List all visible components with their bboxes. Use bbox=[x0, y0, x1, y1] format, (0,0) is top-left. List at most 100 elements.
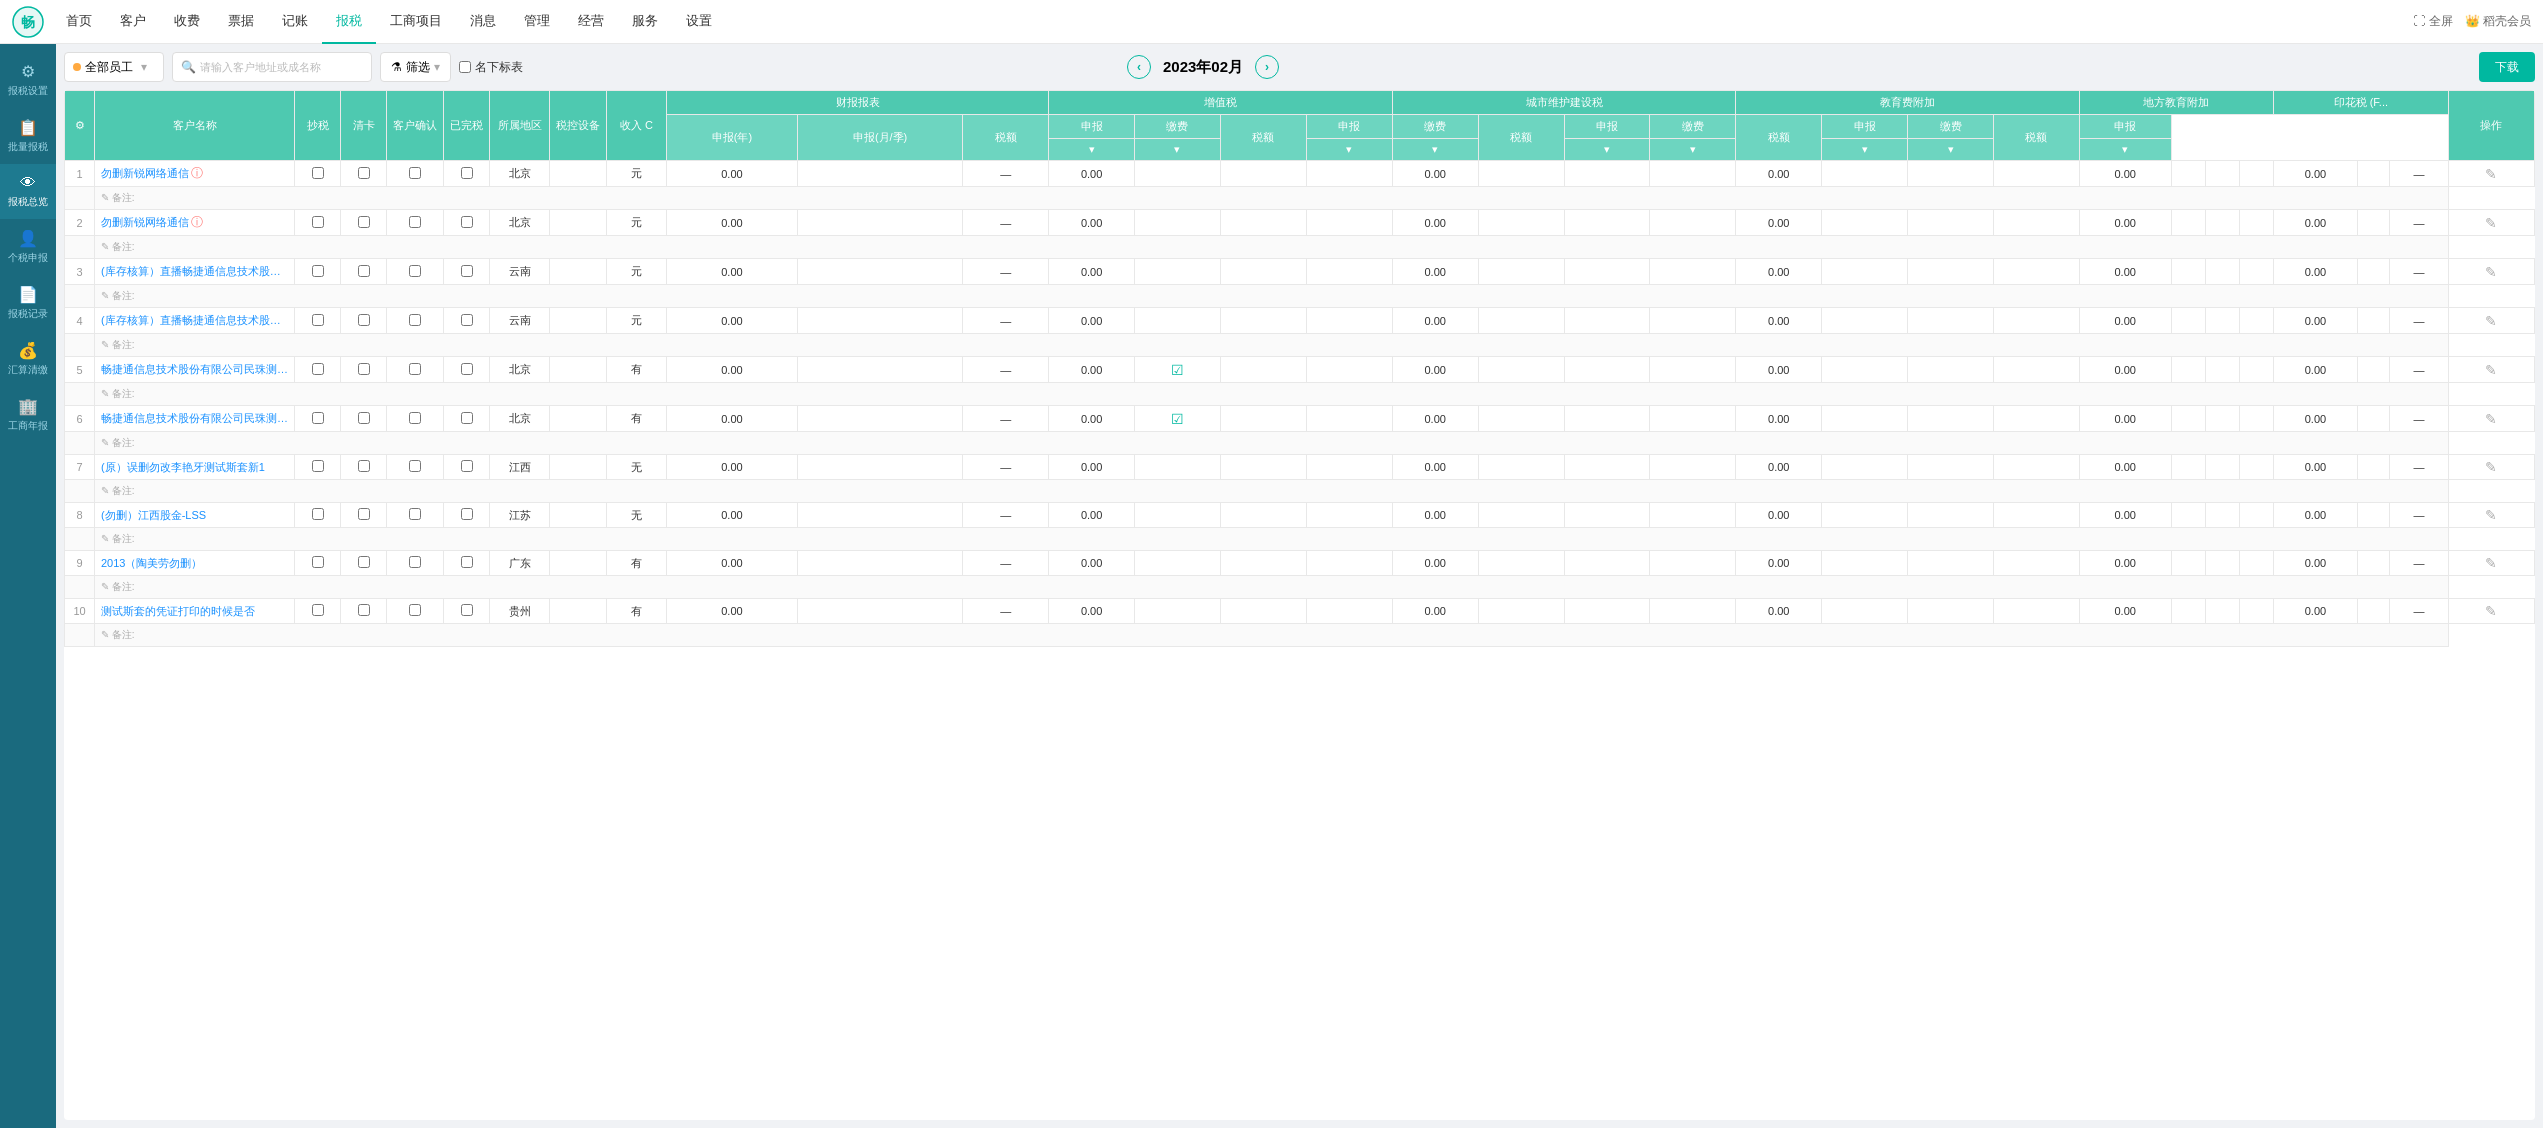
th-stamp-filter[interactable]: ▾ bbox=[2079, 139, 2171, 161]
client-name[interactable]: (勿删）江西股金-LSS bbox=[95, 503, 295, 528]
th-city-filter2[interactable]: ▾ bbox=[1392, 139, 1478, 161]
checkbox-cell[interactable] bbox=[444, 406, 490, 432]
nav-home[interactable]: 首页 bbox=[52, 0, 106, 44]
th-vat-filter[interactable]: ▾ bbox=[1049, 139, 1135, 161]
checkbox-cell[interactable] bbox=[387, 210, 444, 236]
checkbox-cell[interactable] bbox=[295, 161, 341, 187]
edit-cell[interactable]: ✎ bbox=[2448, 259, 2534, 285]
checkbox-cell[interactable] bbox=[444, 551, 490, 576]
checkbox-cell[interactable] bbox=[341, 259, 387, 285]
named-list-input[interactable] bbox=[459, 61, 471, 73]
sub-nav-tax-record[interactable]: 📄 报税记录 bbox=[0, 275, 56, 331]
checkbox-cell[interactable] bbox=[341, 455, 387, 480]
filter-button[interactable]: ⚗ 筛选 ▾ bbox=[380, 52, 451, 82]
checkbox-cell[interactable] bbox=[387, 259, 444, 285]
checkbox-cell[interactable] bbox=[295, 357, 341, 383]
client-name[interactable]: 畅捷通信息技术股份有限公司民珠测试ⓘ bbox=[95, 406, 295, 432]
checkbox-cell[interactable] bbox=[387, 503, 444, 528]
edit-cell[interactable]: ✎ bbox=[2448, 503, 2534, 528]
sub-nav-tax-settings[interactable]: ⚙ 报税设置 bbox=[0, 52, 56, 108]
checkbox-cell[interactable] bbox=[341, 599, 387, 624]
nav-charge[interactable]: 收费 bbox=[160, 0, 214, 44]
edit-icon[interactable]: ✎ bbox=[2485, 264, 2497, 280]
nav-manage[interactable]: 管理 bbox=[510, 0, 564, 44]
nav-message[interactable]: 消息 bbox=[456, 0, 510, 44]
vip-btn[interactable]: 👑 稻壳会员 bbox=[2465, 13, 2531, 30]
named-list-checkbox[interactable]: 名下标表 bbox=[459, 59, 523, 76]
edit-icon[interactable]: ✎ bbox=[2485, 362, 2497, 378]
sub-nav-annual-report[interactable]: 🏢 工商年报 bbox=[0, 387, 56, 443]
edit-cell[interactable]: ✎ bbox=[2448, 357, 2534, 383]
checkbox-cell[interactable] bbox=[295, 599, 341, 624]
next-month-button[interactable]: › bbox=[1255, 55, 1279, 79]
edit-icon[interactable]: ✎ bbox=[2485, 411, 2497, 427]
nav-business[interactable]: 工商项目 bbox=[376, 0, 456, 44]
checkbox-cell[interactable] bbox=[341, 406, 387, 432]
th-edu-filter[interactable]: ▾ bbox=[1564, 139, 1650, 161]
edit-icon[interactable]: ✎ bbox=[2485, 313, 2497, 329]
edit-cell[interactable]: ✎ bbox=[2448, 406, 2534, 432]
edit-cell[interactable]: ✎ bbox=[2448, 599, 2534, 624]
edit-cell[interactable]: ✎ bbox=[2448, 308, 2534, 334]
checkbox-cell[interactable] bbox=[387, 357, 444, 383]
checkbox-cell[interactable] bbox=[341, 503, 387, 528]
checkbox-cell[interactable] bbox=[444, 308, 490, 334]
checkbox-cell[interactable] bbox=[295, 210, 341, 236]
sub-nav-batch-tax[interactable]: 📋 批量报税 bbox=[0, 108, 56, 164]
checkbox-cell[interactable] bbox=[341, 210, 387, 236]
nav-settings[interactable]: 设置 bbox=[672, 0, 726, 44]
th-edu-filter2[interactable]: ▾ bbox=[1650, 139, 1736, 161]
edit-icon[interactable]: ✎ bbox=[2485, 507, 2497, 523]
client-name[interactable]: 畅捷通信息技术股份有限公司民珠测试ⓘ bbox=[95, 357, 295, 383]
checkbox-cell[interactable] bbox=[295, 455, 341, 480]
checkbox-cell[interactable] bbox=[341, 551, 387, 576]
checkbox-cell[interactable] bbox=[295, 308, 341, 334]
edit-cell[interactable]: ✎ bbox=[2448, 455, 2534, 480]
edit-icon[interactable]: ✎ bbox=[2485, 166, 2497, 182]
checkbox-cell[interactable] bbox=[341, 161, 387, 187]
th-city-filter[interactable]: ▾ bbox=[1306, 139, 1392, 161]
checkbox-cell[interactable] bbox=[341, 308, 387, 334]
edit-cell[interactable]: ✎ bbox=[2448, 161, 2534, 187]
client-name[interactable]: 测试斯套的凭证打印的时候是否 bbox=[95, 599, 295, 624]
edit-icon[interactable]: ✎ bbox=[2485, 603, 2497, 619]
fullscreen-btn[interactable]: ⛶ 全屏 bbox=[2413, 13, 2452, 30]
checkbox-cell[interactable] bbox=[444, 210, 490, 236]
nav-finance[interactable]: 经营 bbox=[564, 0, 618, 44]
checkbox-cell[interactable] bbox=[295, 551, 341, 576]
nav-customer[interactable]: 客户 bbox=[106, 0, 160, 44]
checkbox-cell[interactable] bbox=[295, 259, 341, 285]
th-local-filter[interactable]: ▾ bbox=[1822, 139, 1908, 161]
checkbox-cell[interactable] bbox=[295, 406, 341, 432]
checkbox-cell[interactable] bbox=[387, 308, 444, 334]
checkbox-cell[interactable] bbox=[295, 503, 341, 528]
checkbox-cell[interactable] bbox=[444, 259, 490, 285]
client-name[interactable]: 勿删新锐网络通信ⓘ bbox=[95, 210, 295, 236]
prev-month-button[interactable]: ‹ bbox=[1127, 55, 1151, 79]
search-box[interactable]: 🔍 请输入客户地址或成名称 bbox=[172, 52, 372, 82]
checkbox-cell[interactable] bbox=[387, 551, 444, 576]
checkbox-cell[interactable] bbox=[444, 599, 490, 624]
checkbox-cell[interactable] bbox=[341, 357, 387, 383]
edit-cell[interactable]: ✎ bbox=[2448, 551, 2534, 576]
edit-icon[interactable]: ✎ bbox=[2485, 555, 2497, 571]
client-name[interactable]: 勿删新锐网络通信ⓘ bbox=[95, 161, 295, 187]
th-vat-filter2[interactable]: ▾ bbox=[1135, 139, 1221, 161]
edit-cell[interactable]: ✎ bbox=[2448, 210, 2534, 236]
nav-tax[interactable]: 报税 bbox=[322, 0, 376, 44]
checkbox-cell[interactable] bbox=[387, 406, 444, 432]
edit-icon[interactable]: ✎ bbox=[2485, 215, 2497, 231]
nav-accounting[interactable]: 记账 bbox=[268, 0, 322, 44]
client-name[interactable]: 2013（陶美劳勿删） bbox=[95, 551, 295, 576]
checkbox-cell[interactable] bbox=[444, 455, 490, 480]
edit-icon[interactable]: ✎ bbox=[2485, 459, 2497, 475]
client-name[interactable]: (原）误删勿改李艳牙测试斯套新1 bbox=[95, 455, 295, 480]
checkbox-cell[interactable] bbox=[387, 161, 444, 187]
main-table-container[interactable]: ⚙ 客户名称 抄税 清卡 客户确认 已完税 所属地区 税控设备 收入 C 财报报… bbox=[64, 90, 2535, 1120]
nav-service[interactable]: 服务 bbox=[618, 0, 672, 44]
sub-nav-tax-overview[interactable]: 👁 报税总览 bbox=[0, 164, 56, 219]
nav-invoice[interactable]: 票据 bbox=[214, 0, 268, 44]
client-name[interactable]: (库存核算）直播畅捷通信息技术股份有限...ⓘ bbox=[95, 259, 295, 285]
sub-nav-settlement[interactable]: 💰 汇算清缴 bbox=[0, 331, 56, 387]
checkbox-cell[interactable] bbox=[387, 599, 444, 624]
